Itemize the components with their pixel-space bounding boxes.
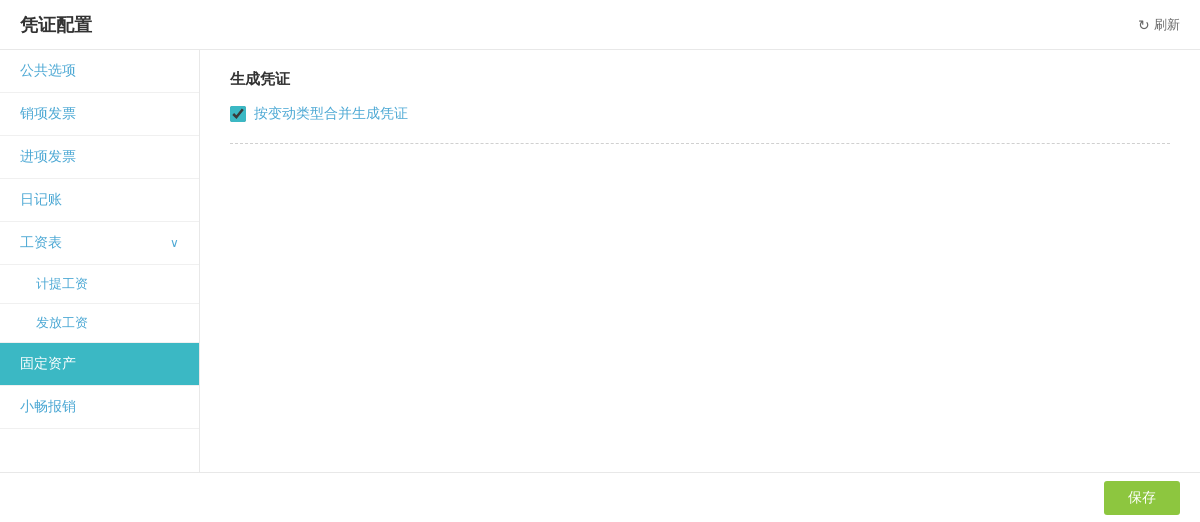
sidebar-item-journal[interactable]: 日记账 (0, 179, 199, 222)
checkbox-row: 按变动类型合并生成凭证 (230, 105, 1170, 123)
main-content: 生成凭证 按变动类型合并生成凭证 (200, 50, 1200, 472)
sidebar-item-label: 计提工资 (36, 275, 88, 293)
sidebar-item-label: 公共选项 (20, 62, 76, 80)
page-footer: 保存 (0, 472, 1200, 522)
sidebar-item-expense-report[interactable]: 小畅报销 (0, 386, 199, 429)
sidebar-item-public-options[interactable]: 公共选项 (0, 50, 199, 93)
page-header: 凭证配置 ↻ 刷新 (0, 0, 1200, 50)
sidebar-item-purchase-invoice[interactable]: 进项发票 (0, 136, 199, 179)
refresh-button[interactable]: ↻ 刷新 (1138, 16, 1180, 34)
sidebar-item-label: 小畅报销 (20, 398, 76, 416)
sidebar-item-label: 销项发票 (20, 105, 76, 123)
sidebar-item-payroll-calc[interactable]: 计提工资 (0, 265, 199, 304)
sidebar-item-payroll[interactable]: 工资表 ∨ (0, 222, 199, 265)
sidebar-item-payroll-pay[interactable]: 发放工资 (0, 304, 199, 343)
page-body: 公共选项 销项发票 进项发票 日记账 工资表 ∨ 计提工资 发放工资 固定资 (0, 50, 1200, 472)
sidebar-item-label: 日记账 (20, 191, 62, 209)
merge-by-type-checkbox[interactable] (230, 106, 246, 122)
merge-by-type-label[interactable]: 按变动类型合并生成凭证 (254, 105, 408, 123)
section-divider (230, 143, 1170, 144)
sidebar-item-fixed-assets[interactable]: 固定资产 (0, 343, 199, 386)
refresh-label: 刷新 (1154, 16, 1180, 34)
section-title: 生成凭证 (230, 70, 1170, 89)
sidebar-item-label: 工资表 (20, 234, 62, 252)
sidebar: 公共选项 销项发票 进项发票 日记账 工资表 ∨ 计提工资 发放工资 固定资 (0, 50, 200, 472)
page-wrapper: 凭证配置 ↻ 刷新 公共选项 销项发票 进项发票 日记账 工资表 ∨ (0, 0, 1200, 522)
chevron-down-icon: ∨ (170, 236, 179, 250)
page-title: 凭证配置 (20, 13, 92, 37)
refresh-icon: ↻ (1138, 17, 1150, 33)
sidebar-item-label: 进项发票 (20, 148, 76, 166)
sidebar-item-sales-invoice[interactable]: 销项发票 (0, 93, 199, 136)
sidebar-item-label: 发放工资 (36, 314, 88, 332)
save-button[interactable]: 保存 (1104, 481, 1180, 515)
sidebar-item-label: 固定资产 (20, 355, 76, 373)
